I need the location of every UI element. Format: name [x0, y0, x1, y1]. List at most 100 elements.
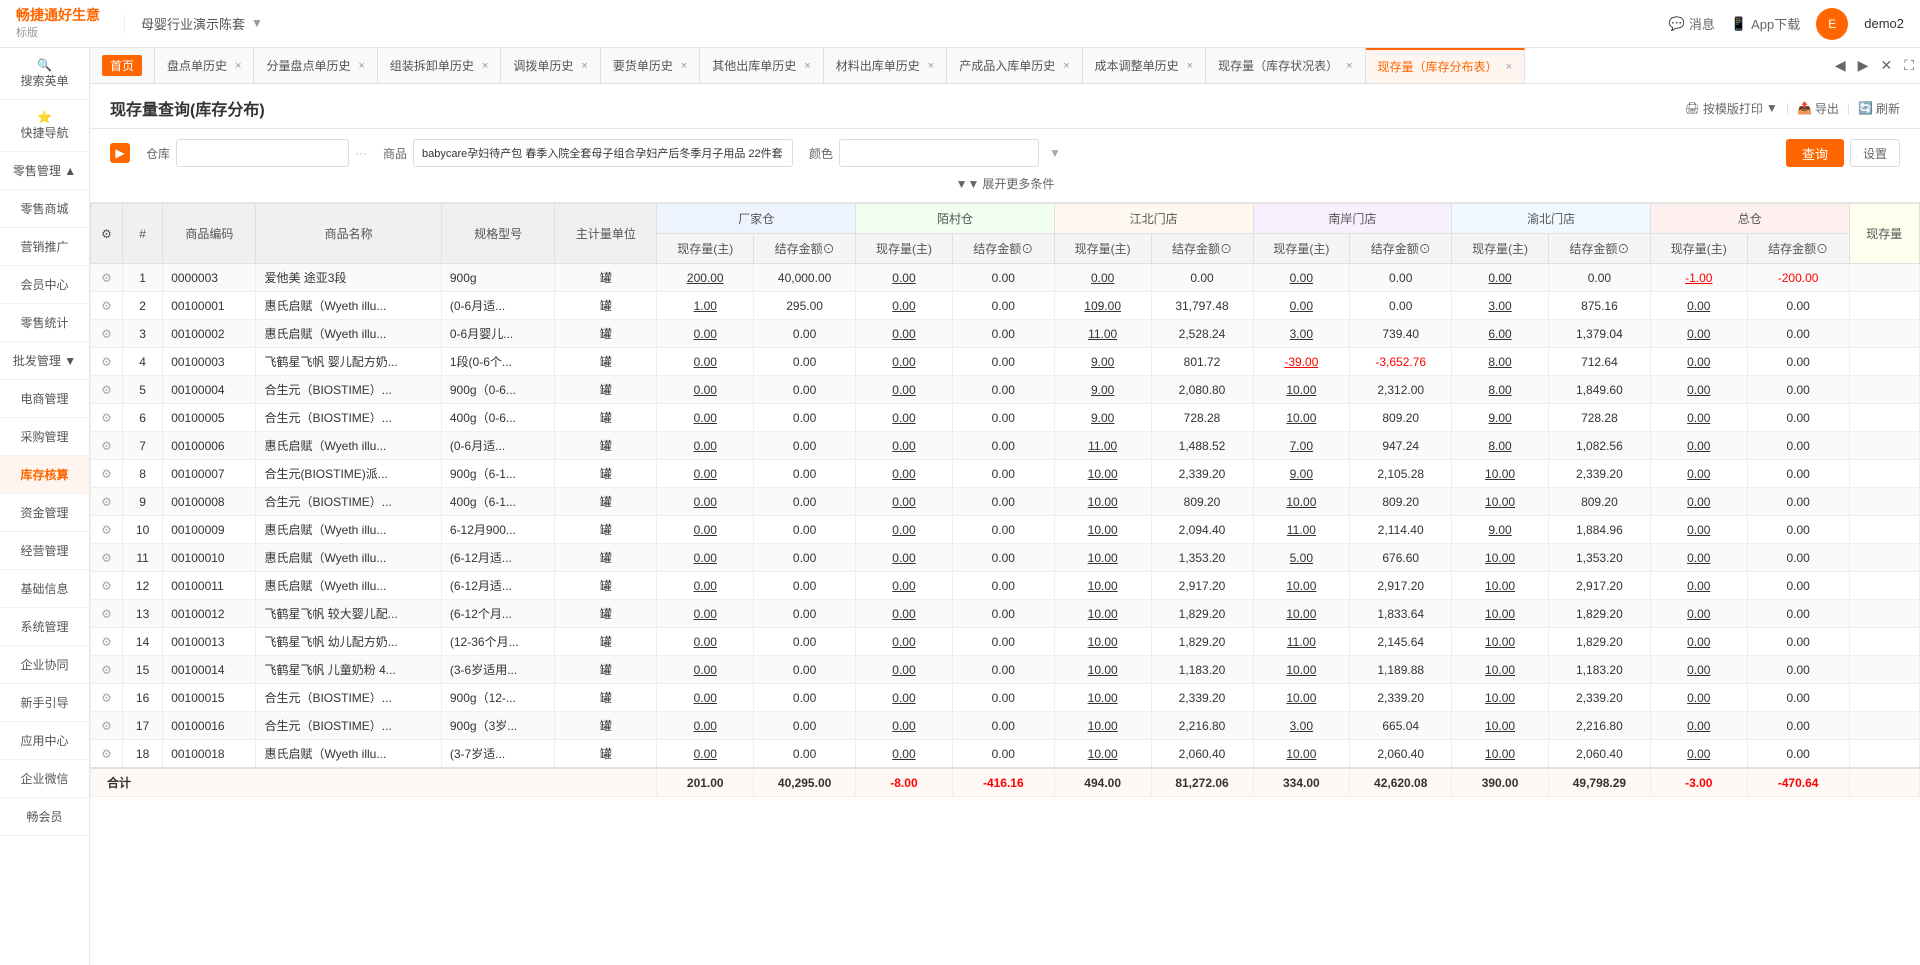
sidebar-item-system[interactable]: 系统管理	[0, 608, 89, 646]
td-fj-qty[interactable]: 0.00	[657, 460, 754, 488]
td-fj-qty[interactable]: 0.00	[657, 628, 754, 656]
td-na-qty[interactable]: 11.00	[1253, 516, 1350, 544]
td-yb-qty[interactable]: 8.00	[1452, 432, 1549, 460]
close-icon[interactable]: ×	[928, 60, 934, 72]
td-zc-qty[interactable]: 0.00	[1650, 516, 1747, 544]
td-jb-qty[interactable]: 10.00	[1054, 544, 1151, 572]
industry-selector[interactable]: 母婴行业演示陈套 ▼	[124, 14, 263, 33]
sidebar-item-marketing[interactable]: 营销推广	[0, 228, 89, 266]
td-jb-qty[interactable]: 10.00	[1054, 740, 1151, 769]
td-mc-qty[interactable]: 0.00	[856, 348, 953, 376]
td-zc-qty[interactable]: 0.00	[1650, 544, 1747, 572]
tab-cost-adjust[interactable]: 成本调整单历史 ×	[1083, 48, 1206, 84]
tab-close-btn[interactable]: ✕	[1874, 53, 1898, 78]
td-yb-qty[interactable]: 6.00	[1452, 320, 1549, 348]
td-na-qty[interactable]: 7.00	[1253, 432, 1350, 460]
td-jb-qty[interactable]: 10.00	[1054, 684, 1151, 712]
app-download-btn[interactable]: 📱 App下载	[1731, 14, 1800, 33]
warehouse-input[interactable]	[176, 139, 349, 167]
td-na-qty[interactable]: 5.00	[1253, 544, 1350, 572]
td-yb-qty[interactable]: 8.00	[1452, 348, 1549, 376]
td-yb-qty[interactable]: 10.00	[1452, 488, 1549, 516]
td-jb-qty[interactable]: 10.00	[1054, 488, 1151, 516]
td-mc-qty[interactable]: 0.00	[856, 712, 953, 740]
td-yb-qty[interactable]: 9.00	[1452, 404, 1549, 432]
td-jb-qty[interactable]: 10.00	[1054, 460, 1151, 488]
td-na-qty[interactable]: 10.00	[1253, 684, 1350, 712]
color-input[interactable]	[839, 139, 1039, 167]
td-na-qty[interactable]: 3.00	[1253, 320, 1350, 348]
sidebar-item-purchase[interactable]: 采购管理	[0, 418, 89, 456]
close-icon[interactable]: ×	[358, 60, 364, 72]
td-yb-qty[interactable]: 10.00	[1452, 628, 1549, 656]
tab-stock-dist[interactable]: 现存量（库存分布表） ×	[1366, 48, 1525, 84]
sidebar-item-vip[interactable]: 畅会员	[0, 798, 89, 836]
td-fj-qty[interactable]: 0.00	[657, 516, 754, 544]
td-na-qty[interactable]: 10.00	[1253, 656, 1350, 684]
td-zc-qty[interactable]: 0.00	[1650, 432, 1747, 460]
td-mc-qty[interactable]: 0.00	[856, 740, 953, 769]
sidebar-item-wholesale[interactable]: 批发管理 ▼	[0, 342, 89, 380]
td-na-qty[interactable]: 9.00	[1253, 460, 1350, 488]
td-mc-qty[interactable]: 0.00	[856, 264, 953, 292]
td-jb-qty[interactable]: 10.00	[1054, 628, 1151, 656]
td-zc-qty[interactable]: 0.00	[1650, 684, 1747, 712]
close-icon[interactable]: ×	[482, 60, 488, 72]
td-yb-qty[interactable]: 10.00	[1452, 656, 1549, 684]
filter-toggle-btn[interactable]: ▶	[110, 143, 130, 163]
td-mc-qty[interactable]: 0.00	[856, 516, 953, 544]
tab-next-btn[interactable]: ▶	[1852, 53, 1875, 78]
td-zc-qty[interactable]: 0.00	[1650, 404, 1747, 432]
td-zc-qty[interactable]: 0.00	[1650, 460, 1747, 488]
td-zc-qty[interactable]: -1.00	[1650, 264, 1747, 292]
expand-btn[interactable]: ▼▼ 展开更多条件	[956, 175, 1055, 192]
sidebar-item-nav[interactable]: ⭐ 快捷导航	[0, 100, 89, 152]
tab-material-out[interactable]: 材料出库单历史 ×	[824, 48, 947, 84]
td-jb-qty[interactable]: 11.00	[1054, 432, 1151, 460]
sidebar-item-app-center[interactable]: 应用中心	[0, 722, 89, 760]
td-mc-qty[interactable]: 0.00	[856, 432, 953, 460]
td-fj-qty[interactable]: 0.00	[657, 320, 754, 348]
td-na-qty[interactable]: 0.00	[1253, 264, 1350, 292]
td-fj-qty[interactable]: 0.00	[657, 432, 754, 460]
td-zc-qty[interactable]: 0.00	[1650, 628, 1747, 656]
close-icon[interactable]: ×	[1063, 60, 1069, 72]
close-icon[interactable]: ×	[1506, 61, 1512, 73]
td-fj-qty[interactable]: 0.00	[657, 740, 754, 769]
tab-assembly[interactable]: 组装拆卸单历史 ×	[378, 48, 501, 84]
td-yb-qty[interactable]: 9.00	[1452, 516, 1549, 544]
td-jb-qty[interactable]: 0.00	[1054, 264, 1151, 292]
td-zc-qty[interactable]: 0.00	[1650, 292, 1747, 320]
close-icon[interactable]: ×	[581, 60, 587, 72]
goods-input[interactable]	[413, 139, 793, 167]
td-mc-qty[interactable]: 0.00	[856, 544, 953, 572]
td-mc-qty[interactable]: 0.00	[856, 460, 953, 488]
sidebar-item-inventory[interactable]: 库存核算	[0, 456, 89, 494]
td-zc-qty[interactable]: 0.00	[1650, 712, 1747, 740]
tab-stock-status[interactable]: 现存量（库存状况表） ×	[1206, 48, 1365, 84]
sidebar-item-retail-mgmt[interactable]: 零售管理 ▲	[0, 152, 89, 190]
sidebar-item-operation[interactable]: 经营管理	[0, 532, 89, 570]
close-icon[interactable]: ×	[1346, 60, 1352, 72]
sidebar-item-member[interactable]: 会员中心	[0, 266, 89, 304]
refresh-btn[interactable]: 🔄 刷新	[1858, 100, 1900, 117]
td-yb-qty[interactable]: 3.00	[1452, 292, 1549, 320]
sidebar-item-search[interactable]: 🔍 搜索英单	[0, 48, 89, 100]
td-mc-qty[interactable]: 0.00	[856, 376, 953, 404]
td-fj-qty[interactable]: 0.00	[657, 572, 754, 600]
td-na-qty[interactable]: 10.00	[1253, 740, 1350, 769]
td-fj-qty[interactable]: 0.00	[657, 544, 754, 572]
tab-product-in[interactable]: 产成品入库单历史 ×	[947, 48, 1082, 84]
td-fj-qty[interactable]: 1.00	[657, 292, 754, 320]
td-na-qty[interactable]: 10.00	[1253, 376, 1350, 404]
tab-home[interactable]: 首页	[90, 48, 155, 84]
td-yb-qty[interactable]: 10.00	[1452, 544, 1549, 572]
th-setting[interactable]: ⚙	[91, 204, 123, 264]
query-button[interactable]: 查询	[1786, 139, 1844, 167]
td-jb-qty[interactable]: 9.00	[1054, 348, 1151, 376]
td-fj-qty[interactable]: 200.00	[657, 264, 754, 292]
td-na-qty[interactable]: 3.00	[1253, 712, 1350, 740]
td-jb-qty[interactable]: 10.00	[1054, 712, 1151, 740]
print-btn[interactable]: 🖨 按模版打印 ▼	[1685, 100, 1778, 117]
td-jb-qty[interactable]: 10.00	[1054, 572, 1151, 600]
